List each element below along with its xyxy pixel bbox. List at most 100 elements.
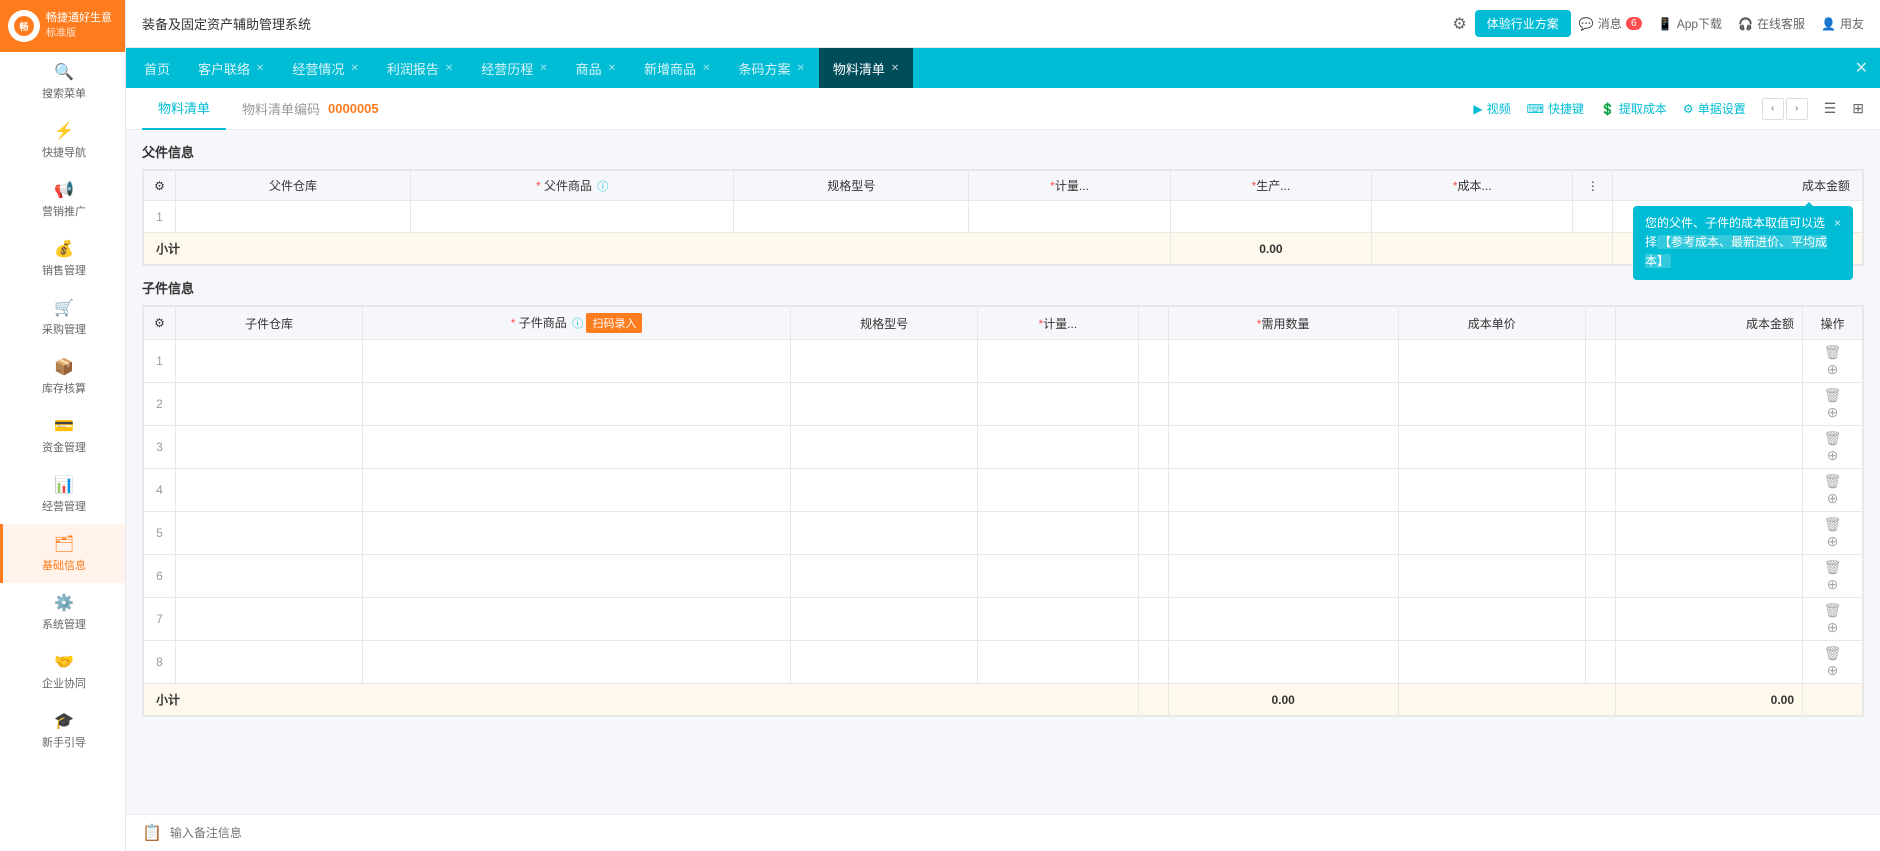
tab-customer[interactable]: 客户联络 ✕ bbox=[184, 48, 278, 88]
child-row-1-extra2 bbox=[1585, 340, 1615, 383]
child-row-1-num: 1 bbox=[144, 340, 176, 383]
tab-bom[interactable]: 物料清单 ✕ bbox=[819, 48, 913, 88]
settings-icon[interactable]: ⚙ bbox=[1452, 14, 1466, 34]
message-action[interactable]: 💬 消息 6 bbox=[1579, 15, 1642, 32]
parent-table-wrapper: ⚙ 父件仓库 * 父件商品 ⓘ 规格型号 *计量... *生产... *成本..… bbox=[142, 169, 1864, 266]
guide-icon: 🎓 bbox=[54, 711, 74, 731]
tab-history[interactable]: 经营历程 ✕ bbox=[467, 48, 561, 88]
action-cost[interactable]: 💲 提取成本 bbox=[1600, 100, 1667, 117]
tab-goods[interactable]: 商品 ✕ bbox=[562, 48, 630, 88]
sidebar-item-guide[interactable]: 🎓 新手引导 bbox=[0, 701, 125, 760]
parent-row-1-spec[interactable] bbox=[734, 201, 969, 233]
child-row-1-quantity[interactable] bbox=[1168, 340, 1398, 383]
nav-prev[interactable]: ‹ bbox=[1762, 98, 1784, 120]
th-child-action: 操作 bbox=[1803, 307, 1863, 340]
tab-profit[interactable]: 利润报告 ✕ bbox=[373, 48, 467, 88]
th-parent-extra: ⋮ bbox=[1573, 171, 1613, 201]
action-setting[interactable]: ⚙ 单据设置 bbox=[1683, 100, 1746, 117]
sidebar-item-finance[interactable]: 💳 资金管理 bbox=[0, 406, 125, 465]
tab-new-goods[interactable]: 新增商品 ✕ bbox=[630, 48, 724, 88]
note-input[interactable] bbox=[170, 826, 1864, 840]
sidebar-item-system[interactable]: ⚙️ 系统管理 bbox=[0, 583, 125, 642]
child-row-1-extra bbox=[1138, 340, 1168, 383]
child-row-3: 3 🗑 ⊕ bbox=[144, 426, 1863, 469]
delete-icon-5[interactable]: 🗑 bbox=[1824, 516, 1842, 532]
bottom-note: 📋 bbox=[126, 814, 1880, 851]
tab-new-goods-close[interactable]: ✕ bbox=[702, 63, 710, 74]
copy-icon-5[interactable]: ⊕ bbox=[1827, 533, 1839, 549]
parent-row-1-product[interactable] bbox=[411, 201, 734, 233]
copy-icon-1[interactable]: ⊕ bbox=[1827, 361, 1839, 377]
sidebar-item-inventory[interactable]: 📦 库存核算 bbox=[0, 347, 125, 406]
parent-subtotal-row: 小计 0.00 0.00 bbox=[144, 233, 1863, 265]
child-row-1-unit[interactable] bbox=[978, 340, 1138, 383]
tooltip-close-icon[interactable]: × bbox=[1834, 214, 1841, 233]
delete-icon-7[interactable]: 🗑 bbox=[1824, 602, 1842, 618]
parent-row-1-production[interactable] bbox=[1170, 201, 1371, 233]
download-icon: 📱 bbox=[1658, 17, 1673, 31]
child-section-title: 子件信息 bbox=[142, 278, 1864, 297]
tab-bom-close[interactable]: ✕ bbox=[891, 63, 899, 74]
delete-icon-1[interactable]: 🗑 bbox=[1824, 344, 1842, 360]
action-shortcut[interactable]: ⌨ 快捷键 bbox=[1527, 100, 1584, 117]
delete-icon-6[interactable]: 🗑 bbox=[1824, 559, 1842, 575]
th-parent-settings[interactable]: ⚙ bbox=[144, 171, 176, 201]
app-download-action[interactable]: 📱 App下载 bbox=[1658, 15, 1722, 32]
nav-next[interactable]: › bbox=[1786, 98, 1808, 120]
trial-button[interactable]: 体验行业方案 bbox=[1475, 10, 1571, 37]
copy-icon-3[interactable]: ⊕ bbox=[1827, 447, 1839, 463]
sidebar-item-operation[interactable]: 📊 经营管理 bbox=[0, 465, 125, 524]
sidebar-item-basic[interactable]: 🗂 基础信息 bbox=[0, 524, 125, 583]
tab-business-close[interactable]: ✕ bbox=[350, 63, 358, 74]
child-row-1-product[interactable] bbox=[363, 340, 791, 383]
child-product-info-icon[interactable]: ⓘ bbox=[572, 318, 583, 330]
th-parent-cost-amount: 成本金额 bbox=[1613, 171, 1863, 201]
th-child-settings[interactable]: ⚙ bbox=[144, 307, 176, 340]
tab-barcode[interactable]: 条码方案 ✕ bbox=[724, 48, 818, 88]
child-row-1-warehouse[interactable] bbox=[176, 340, 363, 383]
scan-button[interactable]: 扫码录入 bbox=[586, 313, 642, 333]
tab-customer-close[interactable]: ✕ bbox=[256, 63, 264, 74]
tab-business[interactable]: 经营情况 ✕ bbox=[278, 48, 372, 88]
enterprise-icon: 🤝 bbox=[54, 652, 74, 672]
logo-icon: 畅 bbox=[8, 10, 40, 42]
delete-icon-3[interactable]: 🗑 bbox=[1824, 430, 1842, 446]
copy-icon-7[interactable]: ⊕ bbox=[1827, 619, 1839, 635]
subheader-tab-bom[interactable]: 物料清单 bbox=[142, 88, 226, 130]
copy-icon-8[interactable]: ⊕ bbox=[1827, 662, 1839, 678]
sidebar-item-search[interactable]: 🔍 搜索菜单 bbox=[0, 52, 125, 111]
tab-close-all[interactable]: ✕ bbox=[1855, 58, 1868, 78]
online-service-action[interactable]: 🎧 在线客服 bbox=[1738, 15, 1805, 32]
copy-icon-4[interactable]: ⊕ bbox=[1827, 490, 1839, 506]
user-action[interactable]: 👤 用友 bbox=[1821, 15, 1864, 32]
copy-icon-6[interactable]: ⊕ bbox=[1827, 576, 1839, 592]
copy-icon-2[interactable]: ⊕ bbox=[1827, 404, 1839, 420]
tab-barcode-close[interactable]: ✕ bbox=[796, 63, 804, 74]
tab-history-close[interactable]: ✕ bbox=[539, 63, 547, 74]
grid-icon[interactable]: ☰ bbox=[1824, 100, 1837, 117]
parent-row-1-warehouse[interactable] bbox=[176, 201, 411, 233]
sidebar-item-purchase[interactable]: 🛒 采购管理 bbox=[0, 288, 125, 347]
sidebar-item-marketing[interactable]: 📢 营销推广 bbox=[0, 170, 125, 229]
delete-icon-8[interactable]: 🗑 bbox=[1824, 645, 1842, 661]
parent-row-1-cost[interactable] bbox=[1372, 201, 1573, 233]
tab-goods-close[interactable]: ✕ bbox=[608, 63, 616, 74]
child-row-1-unitcost[interactable] bbox=[1398, 340, 1585, 383]
cost-tooltip: × 您的父件、子件的成本取值可以选择【参考成本、最新进价、平均成本】 bbox=[1633, 206, 1853, 280]
subheader: 物料清单 物料清单编码 0000005 ▶ 视频 ⌨ 快捷键 💲 提取成本 ⚙ … bbox=[126, 88, 1880, 130]
sidebar-item-quicknav[interactable]: ⚡ 快捷导航 bbox=[0, 111, 125, 170]
delete-icon-4[interactable]: 🗑 bbox=[1824, 473, 1842, 489]
parent-product-info-icon[interactable]: ⓘ bbox=[597, 181, 608, 193]
action-video[interactable]: ▶ 视频 bbox=[1473, 100, 1510, 117]
tabbar: 首页 客户联络 ✕ 经营情况 ✕ 利润报告 ✕ 经营历程 ✕ 商品 ✕ 新增商品… bbox=[126, 48, 1880, 88]
tab-profit-close[interactable]: ✕ bbox=[445, 63, 453, 74]
sidebar-item-sales[interactable]: 💰 销售管理 bbox=[0, 229, 125, 288]
child-row-2: 2 🗑 ⊕ bbox=[144, 383, 1863, 426]
child-row-1-spec[interactable] bbox=[791, 340, 978, 383]
parent-row-1-extra bbox=[1573, 201, 1613, 233]
list-icon[interactable]: ⊞ bbox=[1852, 100, 1864, 117]
delete-icon-2[interactable]: 🗑 bbox=[1824, 387, 1842, 403]
tab-home[interactable]: 首页 bbox=[130, 48, 184, 88]
parent-row-1-unit[interactable] bbox=[969, 201, 1170, 233]
sidebar-item-enterprise[interactable]: 🤝 企业协同 bbox=[0, 642, 125, 701]
